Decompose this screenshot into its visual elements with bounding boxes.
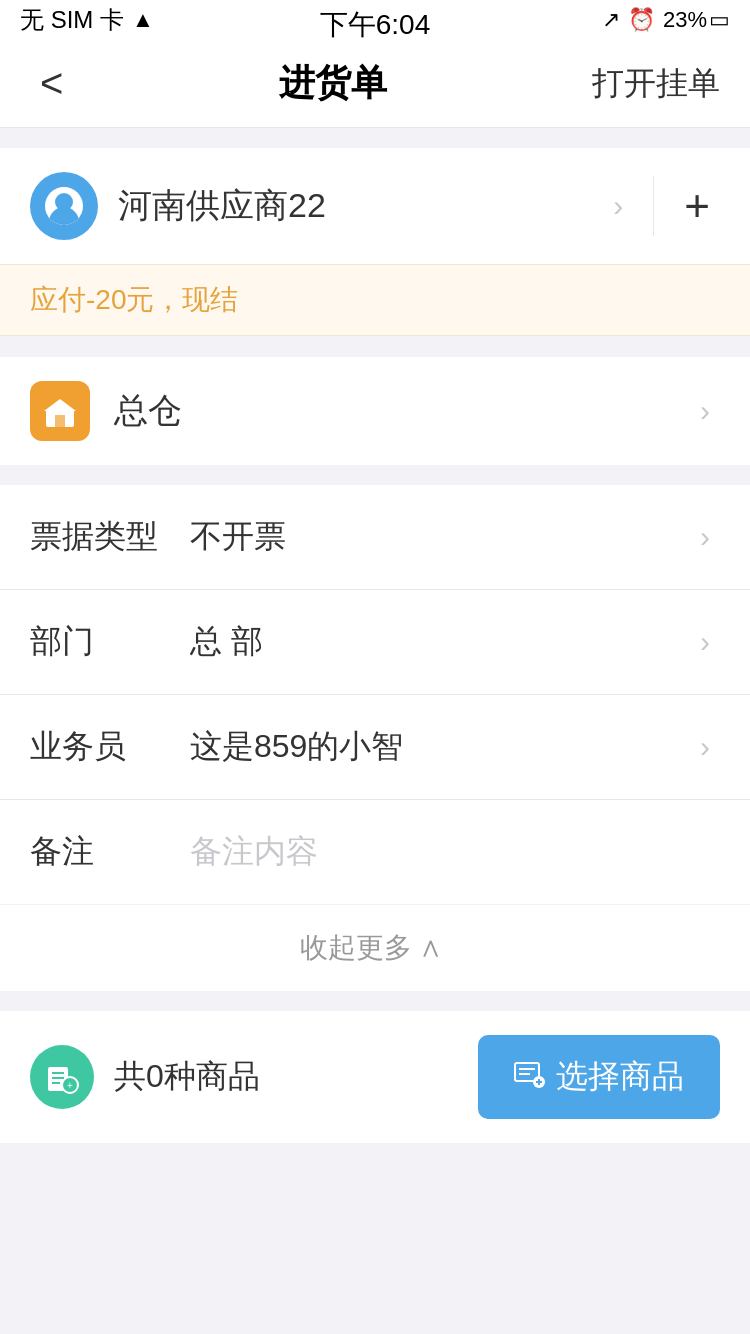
product-count-icon: + [30,1045,94,1109]
warehouse-card: 总仓 › [0,356,750,465]
salesperson-row[interactable]: 业务员 这是859的小智 › [0,694,750,799]
supplier-name: 河南供应商22 [118,183,613,229]
invoice-chevron-icon: › [700,520,710,554]
dept-chevron-icon: › [700,625,710,659]
remark-label: 备注 [30,830,170,874]
warehouse-chevron-icon: › [700,394,710,428]
warehouse-name: 总仓 [114,388,700,434]
select-product-label: 选择商品 [556,1055,684,1099]
carrier-text: 无 SIM 卡 [20,4,124,36]
product-count-left: + 共0种商品 [30,1045,260,1109]
invoice-type-row[interactable]: 票据类型 不开票 › [0,485,750,589]
section-gap-2 [0,336,750,356]
invoice-label: 票据类型 [30,515,170,559]
warehouse-row[interactable]: 总仓 › [0,356,750,465]
section-gap-4 [0,991,750,1011]
battery-percent: 23% [663,7,707,33]
product-count-text: 共0种商品 [114,1055,260,1099]
open-hang-button[interactable]: 打开挂单 [592,62,720,106]
avatar-person-icon [45,187,83,225]
location-icon: ↗ [602,7,620,33]
collapse-label: 收起更多 ∧ [300,929,443,967]
alarm-icon: ⏰ [628,7,655,33]
select-product-icon [514,1060,546,1095]
invoice-value: 不开票 [170,515,700,559]
supplier-row[interactable]: 河南供应商22 › + [0,148,750,264]
sales-value: 这是859的小智 [170,725,700,769]
remark-row[interactable]: 备注 备注内容 [0,799,750,904]
supplier-chevron-icon: › [613,189,623,223]
section-gap-1 [0,128,750,148]
svg-text:+: + [67,1080,73,1091]
collapse-toggle[interactable]: 收起更多 ∧ [0,904,750,991]
battery-icon: ▭ [709,7,730,33]
status-bar: 无 SIM 卡 ▲ 下午6:04 ↗ ⏰ 23% ▭ [0,0,750,40]
wifi-icon: ▲ [132,7,154,33]
select-product-button[interactable]: 选择商品 [478,1035,720,1119]
back-button[interactable]: < [30,51,73,116]
notice-bar: 应付-20元，现结 [0,264,750,336]
bottom-bar: + 共0种商品 选择商品 [0,1011,750,1143]
warehouse-icon [30,381,90,441]
remark-input[interactable]: 备注内容 [170,830,720,874]
dept-value: 总 部 [170,620,700,664]
form-card: 票据类型 不开票 › 部门 总 部 › 业务员 这是859的小智 › 备注 备注… [0,485,750,991]
gray-fill-area [0,1143,750,1334]
battery-indicator: 23% ▭ [663,7,730,33]
department-row[interactable]: 部门 总 部 › [0,589,750,694]
svg-rect-3 [55,415,65,427]
status-right: ↗ ⏰ 23% ▭ [602,7,730,33]
section-gap-3 [0,465,750,485]
page-title: 进货单 [279,59,387,108]
dept-label: 部门 [30,620,170,664]
sales-label: 业务员 [30,725,170,769]
notice-text: 应付-20元，现结 [30,284,238,315]
sales-chevron-icon: › [700,730,710,764]
add-supplier-button[interactable]: + [674,181,720,231]
svg-marker-1 [44,399,76,411]
status-time: 下午6:04 [320,6,431,44]
status-carrier: 无 SIM 卡 ▲ [20,4,154,36]
supplier-card: 河南供应商22 › + 应付-20元，现结 [0,148,750,336]
vertical-divider [653,176,654,236]
nav-bar: < 进货单 打开挂单 [0,40,750,128]
supplier-avatar [30,172,98,240]
